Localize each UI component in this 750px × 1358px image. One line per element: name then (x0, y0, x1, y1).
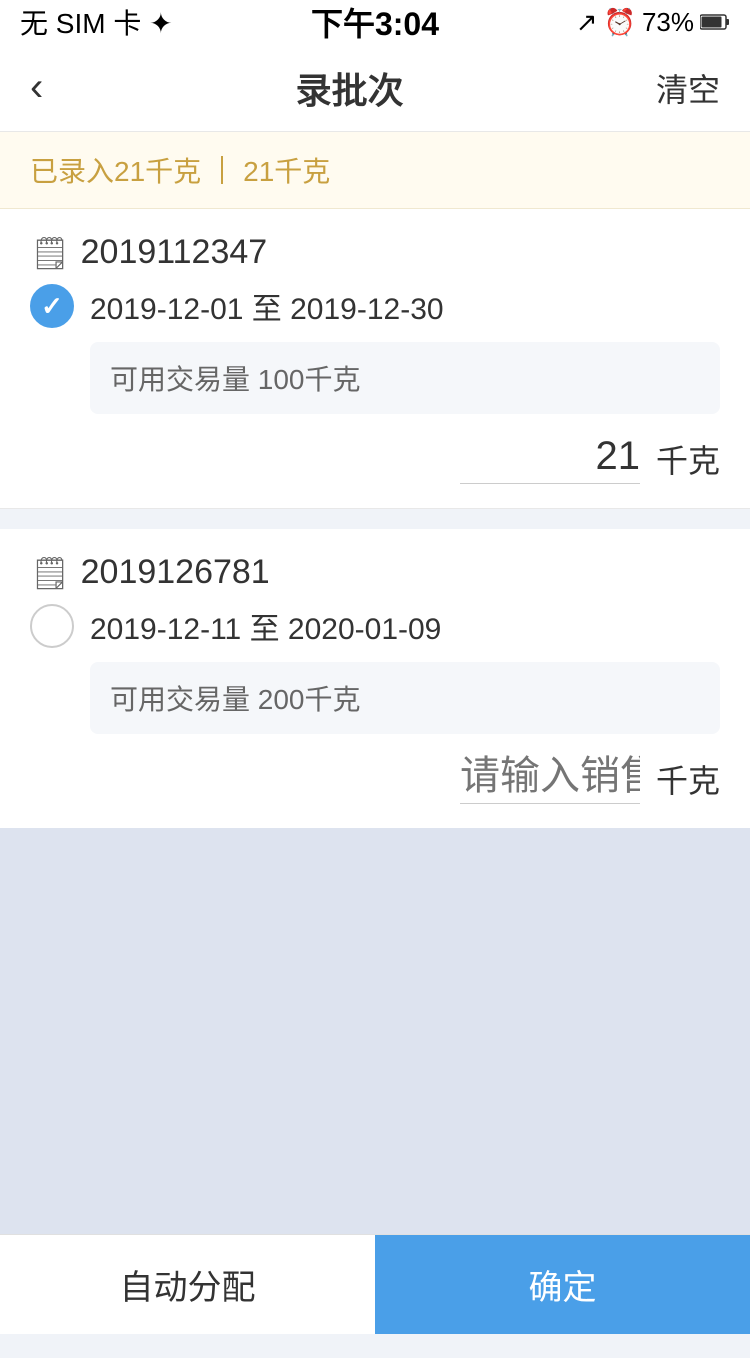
nav-bar: ‹ 录批次 清空 (0, 44, 750, 132)
status-time: 下午3:04 (311, 0, 439, 45)
batch1-available: 可用交易量 100千克 (90, 342, 720, 414)
clock-icon: ⏰ (604, 7, 636, 38)
batch2-unit: 千克 (656, 756, 720, 802)
batch1-quantity-input[interactable] (460, 434, 640, 484)
clear-button[interactable]: 清空 (656, 65, 720, 111)
back-button[interactable]: ‹ (30, 65, 43, 110)
batch2-icon: 🗒 (30, 554, 71, 592)
batch1-unit: 千克 (656, 436, 720, 482)
batch2-available: 可用交易量 200千克 (90, 662, 720, 734)
batch1-date: 2019-12-01 至 2019-12-30 (90, 284, 444, 328)
section-separator (0, 509, 750, 529)
batch1-date-row: 2019-12-01 至 2019-12-30 (30, 284, 720, 328)
status-right: ↗ ⏰ 73% (576, 7, 730, 38)
batch1-id: 2019112347 (81, 233, 268, 272)
batch1-input-wrap (460, 434, 640, 484)
batch1-icon: 🗒 (30, 234, 71, 272)
batch1-header: 🗒 2019112347 (30, 233, 720, 272)
page-title: 录批次 (296, 62, 404, 114)
batch1-quantity-row: 千克 (0, 414, 750, 509)
location-icon: ↗ (576, 7, 598, 38)
batch2-radio[interactable] (30, 604, 74, 648)
confirm-button[interactable]: 确定 (375, 1235, 750, 1334)
batch2-id: 2019126781 (81, 553, 270, 592)
info-value: 21千克 (243, 150, 330, 190)
battery-text: 73% (642, 7, 694, 38)
auto-distribute-button[interactable]: 自动分配 (0, 1235, 375, 1334)
batch2-input-wrap (460, 754, 640, 804)
batch2-date-row: 2019-12-11 至 2020-01-09 (30, 604, 720, 648)
batch-item-2: 🗒 2019126781 2019-12-11 至 2020-01-09 可用交… (0, 529, 750, 734)
batch2-quantity-input[interactable] (460, 754, 640, 804)
batch-item-1: 🗒 2019112347 2019-12-01 至 2019-12-30 可用交… (0, 209, 750, 414)
battery-icon (700, 7, 730, 38)
batch2-header: 🗒 2019126781 (30, 553, 720, 592)
status-left: 无 SIM 卡 ✦ (20, 2, 173, 42)
batch1-radio[interactable] (30, 284, 74, 328)
sim-text: 无 SIM 卡 ✦ (20, 2, 173, 42)
info-recorded-label: 已录入21千克 (30, 150, 201, 190)
batch2-quantity-row: 千克 (0, 734, 750, 828)
info-divider (221, 156, 223, 184)
batch2-date: 2019-12-11 至 2020-01-09 (90, 604, 441, 648)
status-bar: 无 SIM 卡 ✦ 下午3:04 ↗ ⏰ 73% (0, 0, 750, 44)
info-banner: 已录入21千克 21千克 (0, 132, 750, 209)
bottom-bar: 自动分配 确定 (0, 1234, 750, 1334)
gray-area (0, 828, 750, 1258)
